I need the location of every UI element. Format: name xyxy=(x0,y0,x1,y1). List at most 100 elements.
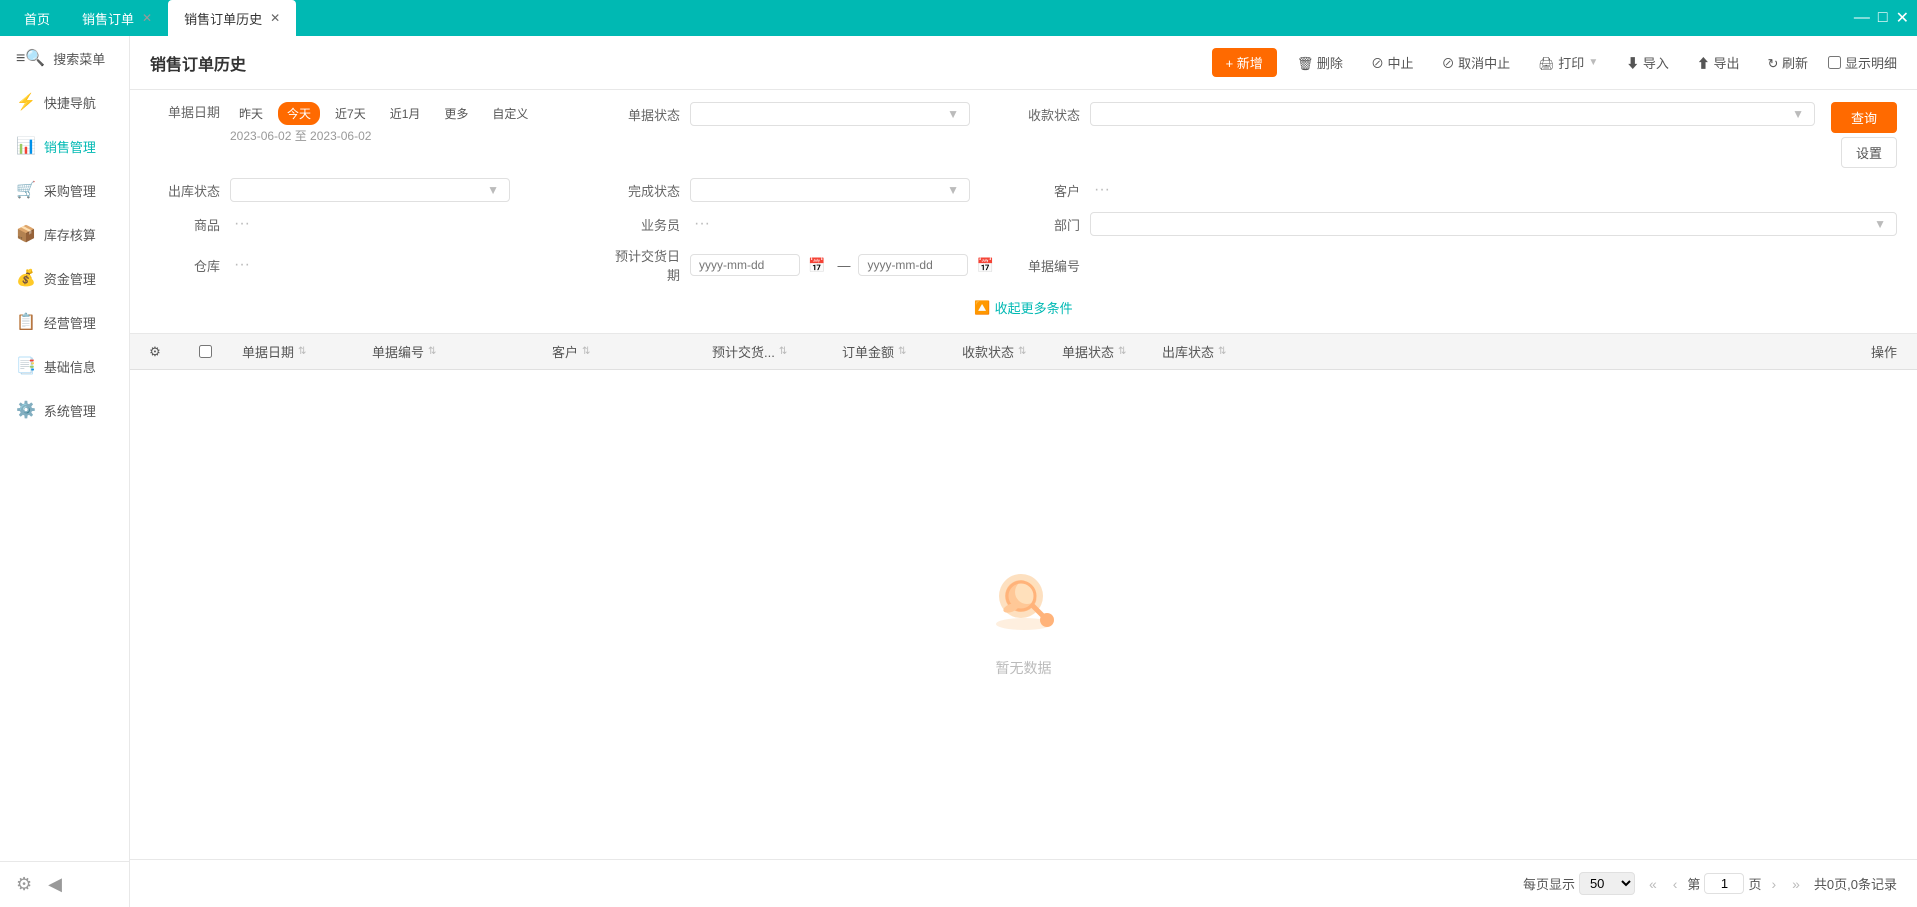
out-status-label: 出库状态 xyxy=(150,181,230,200)
date-btn-custom[interactable]: 自定义 xyxy=(483,102,537,125)
show-detail-checkbox-label[interactable]: 显示明细 xyxy=(1828,53,1897,72)
out-status-arrow: ▼ xyxy=(487,183,499,197)
import-button[interactable]: ⬇ 导入 xyxy=(1618,49,1677,76)
page-number-input[interactable] xyxy=(1704,873,1744,894)
date-btn-1month[interactable]: 近1月 xyxy=(381,102,430,125)
select-all-checkbox[interactable] xyxy=(199,345,212,358)
maximize-btn[interactable]: □ xyxy=(1878,9,1888,27)
first-page-btn[interactable]: « xyxy=(1643,874,1663,894)
tab-sales-order[interactable]: 销售订单 ✕ xyxy=(66,0,168,36)
filter-area: 单据日期 昨天 今天 近7天 近1月 更多 自定义 2023-06-02 xyxy=(130,90,1917,334)
th-customer[interactable]: 客户 ⇅ xyxy=(540,342,700,361)
customer-dots[interactable]: ··· xyxy=(1094,181,1110,199)
page-title-row: 销售订单历史 + 新增 🗑 删除 ⊘ 中止 ⊘ 取消中止 🖨 打印 ▼ ⬇ 导入… xyxy=(150,48,1897,77)
page-nav: « ‹ 第 页 › » xyxy=(1643,873,1806,894)
department-label: 部门 xyxy=(1010,215,1090,234)
page-title: 销售订单历史 xyxy=(150,51,246,75)
sort-customer-icon: ⇅ xyxy=(582,346,590,357)
new-button[interactable]: + 新增 xyxy=(1212,48,1277,77)
out-status-select[interactable]: ▼ xyxy=(230,178,510,202)
close-tab-history[interactable]: ✕ xyxy=(270,11,280,25)
delivery-date-start[interactable] xyxy=(690,254,800,276)
sidebar-item-quick-nav[interactable]: ⚡ 快捷导航 xyxy=(0,80,129,124)
print-button[interactable]: 🖨 打印 ▼ xyxy=(1530,49,1606,76)
th-pay-status[interactable]: 收款状态 ⇅ xyxy=(950,342,1050,361)
prev-page-btn[interactable]: ‹ xyxy=(1667,874,1684,894)
sidebar-item-purchase[interactable]: 🛒 采购管理 xyxy=(0,168,129,212)
date-control: 昨天 今天 近7天 近1月 更多 自定义 2023-06-02 至 2023-0… xyxy=(230,102,610,144)
date-btn-7days[interactable]: 近7天 xyxy=(326,102,375,125)
date-filter: 昨天 今天 近7天 近1月 更多 自定义 2023-06-02 至 2023-0… xyxy=(230,102,537,144)
calendar-end-icon[interactable]: 📅 xyxy=(976,257,993,274)
tab-sales-order-history[interactable]: 销售订单历史 ✕ xyxy=(168,0,296,36)
date-btn-more[interactable]: 更多 xyxy=(435,102,477,125)
order-no-label: 单据编号 xyxy=(1010,256,1090,275)
page-header: 销售订单历史 + 新增 🗑 删除 ⊘ 中止 ⊘ 取消中止 🖨 打印 ▼ ⬇ 导入… xyxy=(130,36,1917,90)
next-page-btn[interactable]: › xyxy=(1765,874,1782,894)
query-button[interactable]: 查询 xyxy=(1831,102,1897,133)
th-date[interactable]: 单据日期 ⇅ xyxy=(230,342,360,361)
purchase-icon: 🛒 xyxy=(16,180,36,200)
delivery-date-label: 预计交货日期 xyxy=(610,246,690,284)
th-amount[interactable]: 订单金额 ⇅ xyxy=(830,342,950,361)
sidebar-item-sales[interactable]: 📊 销售管理 xyxy=(0,124,129,168)
out-status-control: ▼ xyxy=(230,178,610,202)
th-no[interactable]: 单据编号 ⇅ xyxy=(360,342,540,361)
sidebar-item-capital[interactable]: 💰 资金管理 xyxy=(0,256,129,300)
sort-out-icon: ⇅ xyxy=(1218,346,1226,357)
tab-home[interactable]: 首页 xyxy=(8,0,66,36)
delivery-date-end[interactable] xyxy=(858,254,968,276)
th-delivery[interactable]: 预计交货... ⇅ xyxy=(700,342,830,361)
collapse-arrow-icon: 🔼 xyxy=(974,300,990,316)
ops-icon: 📋 xyxy=(16,312,36,332)
date-btn-today[interactable]: 今天 xyxy=(278,102,320,125)
sort-pay-icon: ⇅ xyxy=(1018,346,1026,357)
sidebar-item-search[interactable]: ≡🔍 搜索菜单 xyxy=(0,36,129,80)
window-close-btn[interactable]: ✕ xyxy=(1896,8,1909,28)
order-status-arrow: ▼ xyxy=(947,107,959,121)
print-dropdown-icon[interactable]: ▼ xyxy=(1588,57,1598,68)
sidebar-item-base[interactable]: 📑 基础信息 xyxy=(0,344,129,388)
salesperson-dots[interactable]: ··· xyxy=(694,215,710,233)
sidebar-item-system[interactable]: ⚙️ 系统管理 xyxy=(0,388,129,432)
th-settings[interactable]: ⚙ xyxy=(130,344,180,360)
order-status-select[interactable]: ▼ xyxy=(690,102,970,126)
sort-no-icon: ⇅ xyxy=(428,346,436,357)
page-size-dropdown[interactable]: 10 20 50 100 xyxy=(1579,872,1635,895)
th-out-status[interactable]: 出库状态 ⇅ xyxy=(1150,342,1250,361)
payment-status-label: 收款状态 xyxy=(1010,105,1090,124)
stop-button[interactable]: ⊘ 中止 xyxy=(1363,49,1422,76)
last-page-btn[interactable]: » xyxy=(1786,874,1806,894)
sidebar-item-ops[interactable]: 📋 经营管理 xyxy=(0,300,129,344)
payment-status-arrow: ▼ xyxy=(1792,107,1804,121)
salesperson-label: 业务员 xyxy=(610,215,690,234)
sidebar-item-inventory[interactable]: 📦 库存核算 xyxy=(0,212,129,256)
show-detail-checkbox[interactable] xyxy=(1828,56,1841,69)
main-layout: ≡🔍 搜索菜单 ⚡ 快捷导航 📊 销售管理 🛒 采购管理 📦 库存核算 💰 资金… xyxy=(0,36,1917,907)
settings-icon[interactable]: ⚙ xyxy=(16,874,32,895)
order-status-control: ▼ xyxy=(690,102,1010,126)
calendar-start-icon[interactable]: 📅 xyxy=(808,257,825,274)
payment-status-select[interactable]: ▼ xyxy=(1090,102,1815,126)
date-btn-yesterday[interactable]: 昨天 xyxy=(230,102,272,125)
goods-dots[interactable]: ··· xyxy=(234,215,250,233)
settings-button[interactable]: 设置 xyxy=(1841,137,1897,168)
cancel-stop-button[interactable]: ⊘ 取消中止 xyxy=(1434,49,1519,76)
goods-control: ··· xyxy=(230,215,610,233)
warehouse-dots[interactable]: ··· xyxy=(234,256,250,274)
export-button[interactable]: ⬆ 导出 xyxy=(1689,49,1748,76)
complete-status-select[interactable]: ▼ xyxy=(690,178,970,202)
minimize-btn[interactable]: — xyxy=(1854,9,1870,27)
th-checkbox[interactable] xyxy=(180,345,230,358)
base-icon: 📑 xyxy=(16,356,36,376)
sort-order-icon: ⇅ xyxy=(1118,346,1126,357)
th-order-status[interactable]: 单据状态 ⇅ xyxy=(1050,342,1150,361)
collapse-row[interactable]: 🔼 收起更多条件 xyxy=(150,294,1897,321)
close-tab-sales-order[interactable]: ✕ xyxy=(142,11,152,25)
department-select[interactable]: ▼ xyxy=(1090,212,1897,236)
date-label: 单据日期 xyxy=(150,102,230,121)
collapse-sidebar-icon[interactable]: ◀ xyxy=(48,874,62,895)
sidebar: ≡🔍 搜索菜单 ⚡ 快捷导航 📊 销售管理 🛒 采购管理 📦 库存核算 💰 资金… xyxy=(0,36,130,907)
delete-button[interactable]: 🗑 删除 xyxy=(1289,49,1351,76)
refresh-button[interactable]: ↻ 刷新 xyxy=(1759,49,1816,76)
